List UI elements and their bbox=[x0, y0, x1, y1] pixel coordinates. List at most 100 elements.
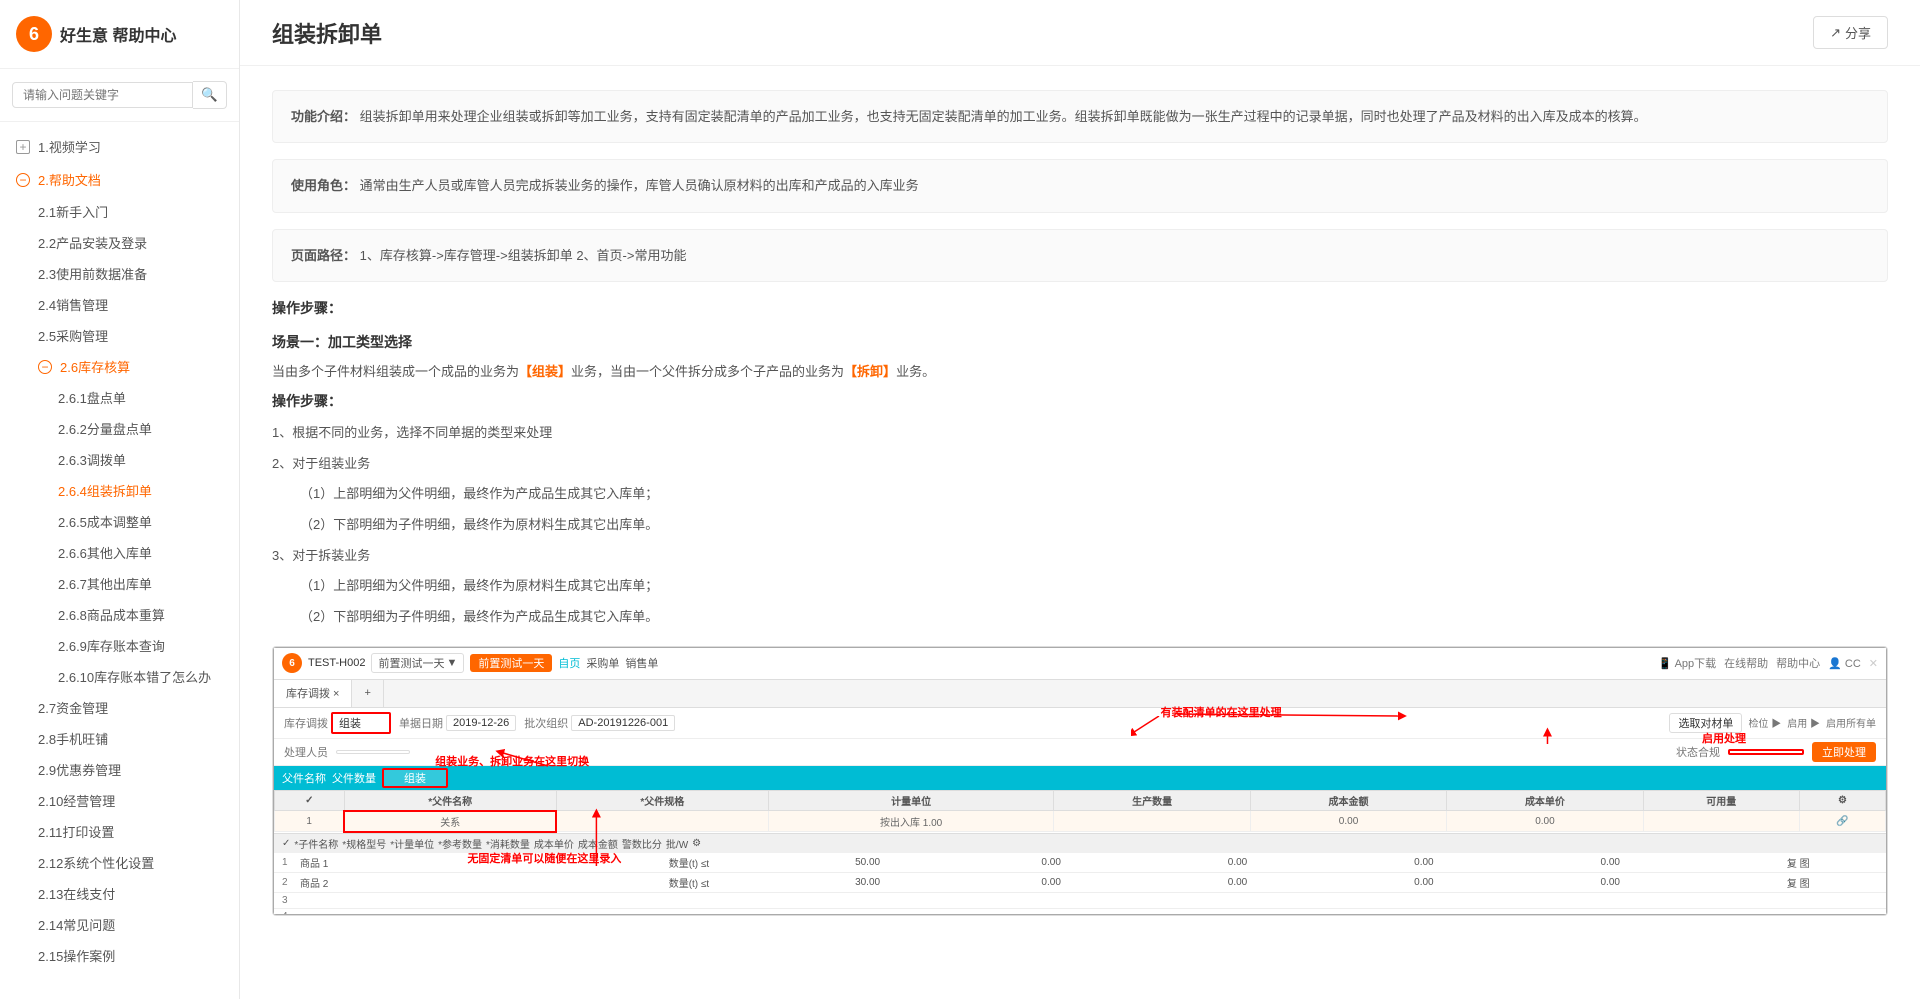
sim-field-type: 库存调拨 组装 bbox=[284, 712, 391, 734]
sim-field-date: 单据日期 2019-12-26 bbox=[399, 715, 516, 731]
sim-logo: 6 bbox=[282, 653, 302, 673]
sim-help-center: 帮助中心 bbox=[1776, 655, 1820, 671]
sidebar-item-inventory-2-6-7[interactable]: 2.6.7其他出库单 bbox=[58, 568, 239, 599]
sim-user: 👤 CC bbox=[1828, 657, 1861, 670]
sidebar-item-install[interactable]: 2.2产品安装及登录 bbox=[38, 227, 239, 258]
scenario1-desc: 当由多个子件材料组装成一个成品的业务为【组装】业务，当由一个父件拆分成多个子产品… bbox=[272, 360, 1888, 385]
logo-title: 好生意 帮助中心 bbox=[60, 22, 176, 46]
sim-table-row: 3 bbox=[274, 893, 1886, 909]
step-1: 1、根据不同的业务，选择不同单据的类型来处理 bbox=[272, 421, 1888, 446]
annotation-1: 有装配清单的在这里处理 bbox=[1161, 704, 1282, 720]
step-2: 2、对于组装业务 bbox=[272, 452, 1888, 477]
sidebar-item-inventory-2-6-8[interactable]: 2.6.8商品成本重算 bbox=[58, 599, 239, 630]
sim-nav-home[interactable]: 自页 bbox=[558, 655, 580, 671]
sidebar-item-2-12[interactable]: 2.12系统个性化设置 bbox=[38, 847, 239, 878]
ops-title: 操作步骤： bbox=[272, 298, 1888, 318]
sim-topbar-right: 📱 App下载 在线帮助 帮助中心 👤 CC ✕ bbox=[1658, 655, 1878, 671]
sim-type-label: 库存调拨 bbox=[284, 715, 328, 731]
sim-help-online: 在线帮助 bbox=[1724, 655, 1768, 671]
sidebar-item-sales[interactable]: 2.4销售管理 bbox=[38, 289, 239, 320]
sim-table-row: 2 商品 2 数量(t) ≤t 30.00 0.00 0.00 0.00 0.0… bbox=[274, 873, 1886, 893]
annotation-2: 组装业务、拆卸业务在这里切换 bbox=[435, 753, 589, 769]
content-header: 组装拆卸单 ↗ 分享 bbox=[240, 0, 1920, 66]
content-body: 功能介绍： 组装拆卸单用来处理企业组装或拆卸等加工业务，支持有固定装配清单的产品… bbox=[240, 66, 1920, 999]
nav-tree: + 1.视频学习 − 2.帮助文档 2.1新手入门 2.2产品安装及登录 2.3… bbox=[0, 122, 239, 999]
sim-date-input[interactable]: 2019-12-26 bbox=[446, 715, 516, 731]
sim-close-btn[interactable]: ✕ bbox=[1869, 657, 1878, 670]
sidebar-item-inventory[interactable]: − 2.6库存核算 2.6.1盘点单 2.6.2分量盘点单 2.6.3调拨单 2… bbox=[38, 351, 239, 692]
path-block: 页面路径： 1、库存核算->库存管理->组装拆卸单 2、首页->常用功能 bbox=[272, 229, 1888, 282]
sim-tab-add[interactable]: + bbox=[352, 680, 383, 707]
sim-upper-table: ✓ *父件名称 *父件规格 计量单位 生产数量 成本金额 成本单价 可用量 ⚙ bbox=[274, 790, 1886, 833]
sidebar-item-inventory-2-6-3[interactable]: 2.6.3调拨单 bbox=[58, 444, 239, 475]
sidebar-item-2-8[interactable]: 2.8手机旺铺 bbox=[38, 723, 239, 754]
page-title: 组装拆卸单 bbox=[272, 17, 382, 49]
sidebar-item-inventory-2-6-10[interactable]: 2.6.10库存账本错了怎么办 bbox=[58, 661, 239, 692]
sim-app-download: 📱 App下载 bbox=[1658, 655, 1716, 671]
sidebar-item-2-9[interactable]: 2.9优惠券管理 bbox=[38, 754, 239, 785]
function-intro-label: 功能介绍： bbox=[291, 109, 356, 124]
sidebar-item-2-13[interactable]: 2.13在线支付 bbox=[38, 878, 239, 909]
annotation-3: 启用处理 bbox=[1702, 730, 1746, 746]
sidebar-item-purchase[interactable]: 2.5采购管理 bbox=[38, 320, 239, 351]
role-text: 通常由生产人员或库管人员完成拆装业务的操作，库管人员确认原材料的出库和产成品的入… bbox=[360, 178, 919, 193]
sim-type-input[interactable]: 组装 bbox=[331, 712, 391, 734]
sim-tab-inventory[interactable]: 库存调拨 × bbox=[274, 680, 352, 707]
sim-table-row: 4 bbox=[274, 909, 1886, 915]
sidebar-item-help-docs[interactable]: − 2.帮助文档 2.1新手入门 2.2产品安装及登录 2.3使用前数据准备 2… bbox=[0, 163, 239, 971]
ops-steps-title: 操作步骤： bbox=[272, 391, 1888, 411]
minus-icon-inventory: − bbox=[38, 360, 52, 374]
logo-icon: 6 bbox=[16, 16, 52, 52]
sidebar-item-inventory-2-6-9[interactable]: 2.6.9库存账本查询 bbox=[58, 630, 239, 661]
sidebar-item-inventory-2-6-1[interactable]: 2.6.1盘点单 bbox=[58, 382, 239, 413]
step-3: 3、对于拆装业务 bbox=[272, 544, 1888, 569]
sidebar-item-inventory-2-6-5[interactable]: 2.6.5成本调整单 bbox=[58, 506, 239, 537]
sim-nav-sales[interactable]: 销售单 bbox=[625, 655, 658, 671]
sim-qty-input[interactable] bbox=[336, 750, 410, 754]
sim-process-type[interactable]: 组装 bbox=[382, 768, 448, 788]
sidebar-logo: 6 好生意 帮助中心 bbox=[0, 0, 239, 69]
sidebar-item-inventory-2-6-6[interactable]: 2.6.6其他入库单 bbox=[58, 537, 239, 568]
sidebar-item-inventory-2-6-2[interactable]: 2.6.2分量盘点单 bbox=[58, 413, 239, 444]
function-intro-block: 功能介绍： 组装拆卸单用来处理企业组装或拆卸等加工业务，支持有固定装配清单的产品… bbox=[272, 90, 1888, 143]
sidebar-item-video-learning[interactable]: + 1.视频学习 bbox=[0, 130, 239, 163]
minus-icon: − bbox=[16, 173, 30, 187]
plus-icon: + bbox=[16, 140, 30, 154]
sim-appname: TEST-H002 bbox=[308, 657, 365, 669]
step-2-1: （1）上部明细为父件明细，最终作为产成品生成其它入库单； bbox=[300, 482, 1888, 507]
sim-form-header: 库存调拨 组装 单据日期 2019-12-26 批次组织 AD-20191226… bbox=[274, 708, 1886, 739]
step-2-2: （2）下部明细为子件明细，最终作为原材料生成其它出库单。 bbox=[300, 513, 1888, 538]
sim-confirm-btn[interactable]: 立即处理 bbox=[1812, 742, 1876, 762]
step-3-2: （2）下部明细为子件明细，最终作为产成品生成其它入库单。 bbox=[300, 605, 1888, 630]
sim-dropdown[interactable]: 前置测试一天 ▼ bbox=[371, 653, 464, 673]
sidebar-item-2-15[interactable]: 2.15操作案例 bbox=[38, 940, 239, 971]
sidebar-item-data-prep[interactable]: 2.3使用前数据准备 bbox=[38, 258, 239, 289]
sim-action-btns: 选取对材单 检位 ▶ 启用 ▶ 启用所有单 bbox=[1669, 713, 1876, 733]
search-input[interactable] bbox=[12, 82, 193, 108]
share-button[interactable]: ↗ 分享 bbox=[1813, 16, 1888, 49]
role-label: 使用角色： bbox=[291, 178, 356, 193]
role-intro-block: 使用角色： 通常由生产人员或库管人员完成拆装业务的操作，库管人员确认原材料的出库… bbox=[272, 159, 1888, 212]
sidebar-item-2-11[interactable]: 2.11打印设置 bbox=[38, 816, 239, 847]
search-button[interactable]: 🔍 bbox=[193, 81, 227, 109]
sim-new-btn[interactable]: 前置测试一天 bbox=[470, 654, 552, 672]
sim-upper-section: 父件名称 父件数量 组装 bbox=[274, 766, 1886, 790]
sidebar: 6 好生意 帮助中心 🔍 + 1.视频学习 − 2.帮助文档 2.1新手入门 2… bbox=[0, 0, 240, 999]
screenshot-container: 6 TEST-H002 前置测试一天 ▼ 前置测试一天 自页 采购单 销售单 📱… bbox=[272, 646, 1888, 916]
annotation-4: 无固定清单可以随便在这里录入 bbox=[467, 850, 621, 866]
scenario1-title: 场景一：加工类型选择 bbox=[272, 332, 1888, 352]
sim-tabbar: 库存调拨 × + bbox=[274, 680, 1886, 708]
search-box: 🔍 bbox=[0, 69, 239, 122]
share-icon: ↗ bbox=[1830, 25, 1841, 41]
sidebar-item-inventory-2-6-4[interactable]: 2.6.4组装拆卸单 bbox=[58, 475, 239, 506]
path-label: 页面路径： bbox=[291, 248, 356, 263]
sidebar-item-2-10[interactable]: 2.10经营管理 bbox=[38, 785, 239, 816]
sim-status-input[interactable] bbox=[1728, 749, 1804, 755]
sidebar-item-2-14[interactable]: 2.14常见问题 bbox=[38, 909, 239, 940]
sim-nav-purchase[interactable]: 采购单 bbox=[586, 655, 619, 671]
step-3-1: （1）上部明细为父件明细，最终作为原材料生成其它出库单； bbox=[300, 574, 1888, 599]
sim-name-input[interactable]: AD-20191226-001 bbox=[571, 715, 675, 731]
sidebar-item-2-7[interactable]: 2.7资金管理 bbox=[38, 692, 239, 723]
steps-list: 1、根据不同的业务，选择不同单据的类型来处理 2、对于组装业务 （1）上部明细为… bbox=[272, 421, 1888, 630]
sidebar-item-new-user[interactable]: 2.1新手入门 bbox=[38, 196, 239, 227]
